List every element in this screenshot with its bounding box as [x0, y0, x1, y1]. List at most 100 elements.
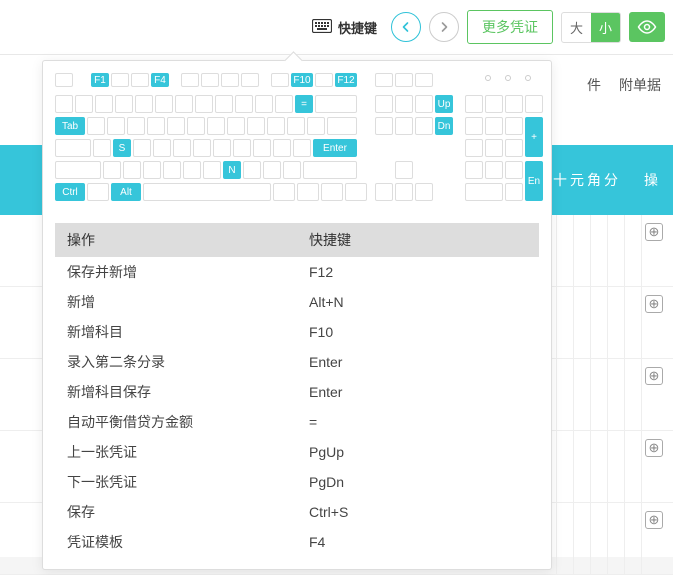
keyboard-key: [93, 139, 111, 157]
keyboard-key: [221, 73, 239, 87]
keyboard-key: Tab: [55, 117, 85, 135]
keyboard-key: [525, 95, 543, 113]
keyboard-key: [321, 183, 343, 201]
more-vouchers-button[interactable]: 更多凭证: [467, 10, 553, 44]
indicator-dot: [485, 75, 491, 81]
keyboard-key: Enter: [313, 139, 357, 157]
keyboard-key: [55, 95, 73, 113]
shortcut-key: =: [297, 407, 539, 437]
keyboard-key: [327, 117, 357, 135]
size-small[interactable]: 小: [591, 13, 620, 42]
keyboard-key: N: [223, 161, 241, 179]
keyboard-key: [415, 117, 433, 135]
keyboard-key: F1: [91, 73, 109, 87]
shortcut-popup: F1F4F10F12=UpTabDn+SEnterNEnCtrlAlt 操作 快…: [42, 60, 552, 570]
keyboard-key: [187, 117, 205, 135]
keyboard-key: [135, 95, 153, 113]
add-row-icon[interactable]: ⊕: [645, 223, 663, 241]
keyboard-key: [273, 183, 295, 201]
shortcut-row: 保存Ctrl+S: [55, 497, 539, 527]
next-button[interactable]: [429, 12, 459, 42]
keyboard-key: [143, 161, 161, 179]
keyboard-key: [215, 95, 233, 113]
keyboard-key: [203, 161, 221, 179]
visibility-button[interactable]: [629, 12, 665, 42]
keyboard-key: [395, 73, 413, 87]
keyboard-key: [271, 73, 289, 87]
keyboard-key: [87, 117, 105, 135]
shortcut-op: 下一张凭证: [55, 467, 297, 497]
file-link[interactable]: 件: [587, 75, 601, 145]
shortcut-op: 凭证模板: [55, 527, 297, 557]
shortcut-op: 保存: [55, 497, 297, 527]
keyboard-key: [95, 95, 113, 113]
keyboard-key: [173, 139, 191, 157]
keyboard-key: [55, 139, 91, 157]
add-row-icon[interactable]: ⊕: [645, 367, 663, 385]
shortcut-key: F10: [297, 317, 539, 347]
size-toggle: 大 小: [561, 12, 621, 43]
attach-link[interactable]: 附单据: [619, 75, 661, 145]
shortcut-key: Ctrl+S: [297, 497, 539, 527]
keyboard-key: [283, 161, 301, 179]
keyboard-key: [395, 183, 413, 201]
keyboard-key: [247, 117, 265, 135]
col-ten: 十: [552, 170, 569, 190]
keyboard-key: [133, 139, 151, 157]
indicator-dot: [525, 75, 531, 81]
keyboard-key: [375, 183, 393, 201]
keyboard-key: [111, 73, 129, 87]
keyboard-key: [131, 73, 149, 87]
keyboard-key: [267, 117, 285, 135]
shortcut-table: 操作 快捷键 保存并新增F12新增Alt+N新增科目F10录入第二条分录Ente…: [55, 223, 539, 557]
keyboard-key: F10: [291, 73, 313, 87]
keyboard-key: [147, 117, 165, 135]
add-row-icon[interactable]: ⊕: [645, 295, 663, 313]
keyboard-key: [505, 183, 523, 201]
keyboard-key: [505, 139, 523, 157]
keyboard-key: [103, 161, 121, 179]
size-large[interactable]: 大: [562, 13, 591, 42]
keyboard-key: [153, 139, 171, 157]
keyboard-key: F12: [335, 73, 357, 87]
top-toolbar: 快捷键 更多凭证 大 小: [0, 0, 673, 55]
shortcut-row: 新增科目保存Enter: [55, 377, 539, 407]
keyboard-key: [505, 95, 523, 113]
shortcut-key: Alt+N: [297, 287, 539, 317]
col-jiao: 角: [586, 170, 603, 190]
col-fen: 分: [603, 170, 620, 190]
keyboard-key: [415, 73, 433, 87]
keyboard-key: [213, 139, 231, 157]
keyboard-key: [127, 117, 145, 135]
keyboard-icon: [312, 19, 332, 36]
shortcut-op: 自动平衡借贷方金额: [55, 407, 297, 437]
keyboard-key: [485, 161, 503, 179]
shortcut-key-label[interactable]: 快捷键: [312, 18, 377, 37]
prev-button[interactable]: [391, 12, 421, 42]
keyboard-key: [235, 95, 253, 113]
keyboard-key: +: [525, 117, 543, 157]
keyboard-key: [303, 161, 357, 179]
keyboard-key: [143, 183, 271, 201]
shortcut-op: 上一张凭证: [55, 437, 297, 467]
keyboard-key: Alt: [111, 183, 141, 201]
add-row-icon[interactable]: ⊕: [645, 511, 663, 529]
add-row-icon[interactable]: ⊕: [645, 439, 663, 457]
th-shortcut: 快捷键: [297, 223, 539, 257]
shortcut-key: Enter: [297, 377, 539, 407]
shortcut-key: F12: [297, 257, 539, 287]
keyboard-key: [465, 139, 483, 157]
keyboard-key: [201, 73, 219, 87]
keyboard-key: [181, 73, 199, 87]
keyboard-key: [465, 161, 483, 179]
keyboard-key: [163, 161, 181, 179]
keyboard-key: [307, 117, 325, 135]
keyboard-key: [195, 95, 213, 113]
ops-header: 操: [644, 170, 659, 190]
keyboard-key: [315, 73, 333, 87]
keyboard-key: [253, 139, 271, 157]
keyboard-key: [415, 95, 433, 113]
keyboard-key: [243, 161, 261, 179]
keyboard-key: [375, 95, 393, 113]
shortcut-row: 自动平衡借贷方金额=: [55, 407, 539, 437]
